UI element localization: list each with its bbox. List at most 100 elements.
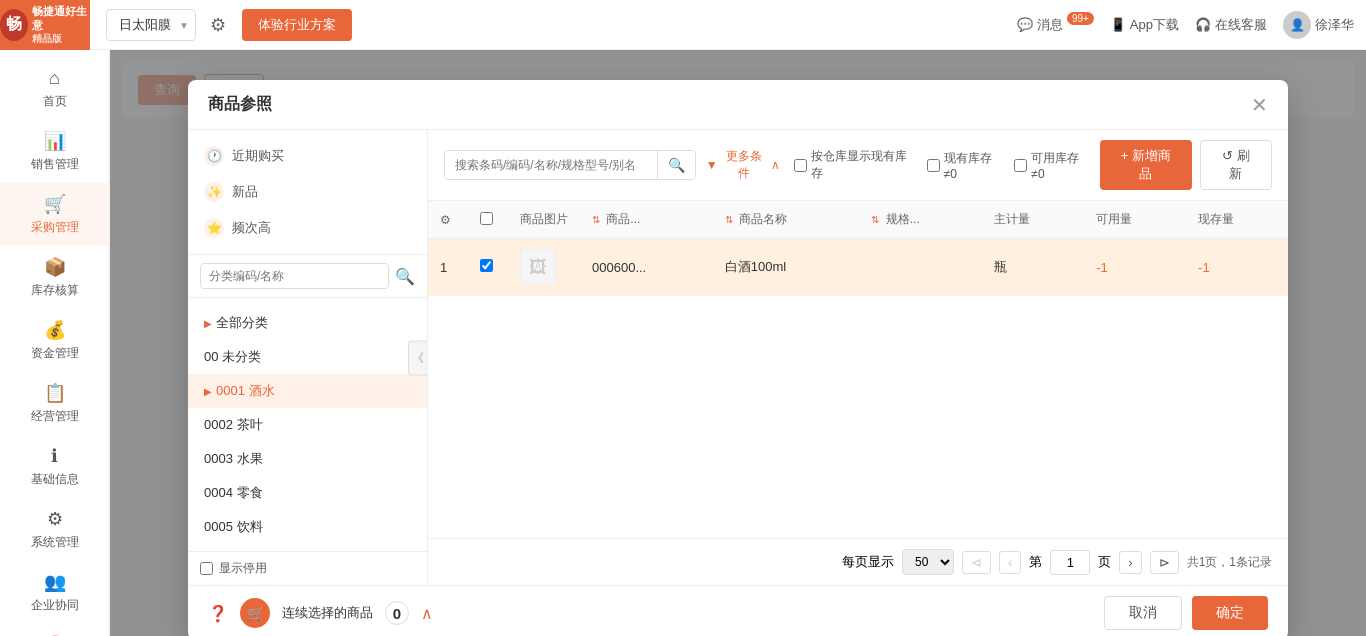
online-service-item[interactable]: 🎧 在线客服 xyxy=(1195,16,1267,34)
frequent-icon: ⭐ xyxy=(204,218,224,238)
table-body: 1 🖼 000600... 白酒100ml 瓶 xyxy=(428,239,1288,296)
next-page-button[interactable]: › xyxy=(1119,551,1141,574)
th-spec[interactable]: 规格... xyxy=(859,201,982,239)
category-search-icon[interactable]: 🔍 xyxy=(395,267,415,286)
th-settings[interactable]: ⚙ xyxy=(428,201,468,239)
products-table: ⚙ 商品图片 商品... xyxy=(428,201,1288,296)
home-icon: ⌂ xyxy=(49,68,60,89)
td-checkbox[interactable] xyxy=(468,239,508,296)
store-selector[interactable]: 日太阳膜 xyxy=(106,9,196,41)
category-tree: ▶ 全部分类 00 未分类 ▶ 0001 酒水 0002 茶 xyxy=(188,298,427,551)
prev-page-button[interactable]: ‹ xyxy=(999,551,1021,574)
category-all[interactable]: ▶ 全部分类 xyxy=(188,306,427,340)
system-icon: ⚙ xyxy=(47,508,63,530)
show-disabled-checkbox[interactable] xyxy=(200,562,213,575)
row-checkbox[interactable] xyxy=(480,259,493,272)
cart-icon[interactable]: 🛒 xyxy=(240,598,270,628)
usable-ne0-checkbox-label[interactable]: 可用库存≠0 xyxy=(1014,150,1090,181)
category-alcohol[interactable]: ▶ 0001 酒水 xyxy=(188,374,427,408)
th-product-code[interactable]: 商品... xyxy=(580,201,713,239)
sidebar-item-system[interactable]: ⚙ 系统管理 xyxy=(0,498,109,561)
product-search-input[interactable] xyxy=(445,152,657,178)
page-number-input[interactable] xyxy=(1050,550,1090,575)
filter-checkboxes: 按仓库显示现有库存 现有库存≠0 可用库存≠0 xyxy=(794,148,1090,182)
modal-title: 商品参照 xyxy=(208,94,272,115)
td-product-name: 白酒100ml xyxy=(713,239,860,296)
filter-bar: 🔍 ▼ 更多条件 ∧ 按仓库显示现有库存 xyxy=(428,130,1288,201)
warehouse-display-checkbox-label[interactable]: 按仓库显示现有库存 xyxy=(794,148,915,182)
category-search-area: 🔍 xyxy=(188,255,427,298)
product-search-button[interactable]: 🔍 xyxy=(657,151,695,179)
table-container: ⚙ 商品图片 商品... xyxy=(428,201,1288,538)
warehouse-display-checkbox[interactable] xyxy=(794,159,807,172)
available-ne0-checkbox[interactable] xyxy=(927,159,940,172)
tab-recent-purchase[interactable]: 🕐 近期购买 xyxy=(188,138,427,174)
category-drinks[interactable]: 0005 饮料 xyxy=(188,510,427,544)
cart-count: 0 xyxy=(385,601,409,625)
sidebar-item-sales[interactable]: 📊 销售管理 xyxy=(0,120,109,183)
message-item[interactable]: 💬 消息 99+ xyxy=(1017,16,1094,34)
table-row[interactable]: 1 🖼 000600... 白酒100ml 瓶 xyxy=(428,239,1288,296)
first-page-button[interactable]: ⊲ xyxy=(962,551,991,574)
sidebar-item-enterprise[interactable]: 👥 企业协同 xyxy=(0,561,109,624)
available-ne0-checkbox-label[interactable]: 现有库存≠0 xyxy=(927,150,1003,181)
sidebar-item-home[interactable]: ⌂ 首页 xyxy=(0,58,109,120)
management-icon: 📋 xyxy=(44,382,66,404)
collapse-panel-button[interactable]: 《 xyxy=(408,340,428,375)
trial-btn[interactable]: 体验行业方案 xyxy=(242,9,352,41)
sidebar-item-basic-info[interactable]: ℹ 基础信息 xyxy=(0,435,109,498)
category-uncategorized[interactable]: 00 未分类 xyxy=(188,340,427,374)
modal-header: 商品参照 ✕ xyxy=(188,80,1288,130)
logo-icon: 畅 xyxy=(0,9,28,41)
app-brand: 畅捷通好生意 精品版 xyxy=(32,4,90,46)
total-info: 共1页，1条记录 xyxy=(1187,554,1272,571)
help-icon[interactable]: ❓ xyxy=(208,604,228,623)
tab-new-product[interactable]: ✨ 新品 xyxy=(188,174,427,210)
app-logo: 畅 畅捷通好生意 精品版 xyxy=(0,0,90,50)
usable-ne0-checkbox[interactable] xyxy=(1014,159,1027,172)
mobile-icon: 📱 xyxy=(1110,17,1126,32)
expand-icon: ▶ xyxy=(204,318,212,329)
modal-left-panel: 🕐 近期购买 ✨ 新品 ⭐ 频次高 xyxy=(188,130,428,585)
modal-left-footer: 显示停用 xyxy=(188,551,427,585)
more-conditions-button[interactable]: ▼ 更多条件 ∧ xyxy=(706,148,780,182)
refresh-button[interactable]: ↺ 刷新 xyxy=(1200,140,1272,190)
category-search-input[interactable] xyxy=(200,263,389,289)
page-size-select[interactable]: 50 xyxy=(902,549,954,575)
app-download-item[interactable]: 📱 App下载 xyxy=(1110,16,1179,34)
category-water[interactable]: 0008 水 xyxy=(188,544,427,551)
sidebar-item-guide[interactable]: 🎯 新手引导 xyxy=(0,624,109,636)
category-tea[interactable]: 0002 茶叶 xyxy=(188,408,427,442)
sidebar-item-management[interactable]: 📋 经营管理 xyxy=(0,372,109,435)
th-product-name[interactable]: 商品名称 xyxy=(713,201,860,239)
sidebar: ⌂ 首页 📊 销售管理 🛒 采购管理 📦 库存核算 💰 资金管理 📋 经营管理 … xyxy=(0,50,110,636)
td-stock: -1 xyxy=(1186,239,1288,296)
tab-frequent[interactable]: ⭐ 频次高 xyxy=(188,210,427,246)
sidebar-item-inventory[interactable]: 📦 库存核算 xyxy=(0,246,109,309)
expand-icon-alcohol: ▶ xyxy=(204,386,212,397)
headset-icon: 🎧 xyxy=(1195,17,1211,32)
recent-icon: 🕐 xyxy=(204,146,224,166)
user-item[interactable]: 👤 徐泽华 xyxy=(1283,11,1354,39)
sidebar-item-finance[interactable]: 💰 资金管理 xyxy=(0,309,109,372)
th-stock: 现存量 xyxy=(1186,201,1288,239)
category-fruit[interactable]: 0003 水果 xyxy=(188,442,427,476)
cancel-button[interactable]: 取消 xyxy=(1104,596,1182,630)
main-layout: ⌂ 首页 📊 销售管理 🛒 采购管理 📦 库存核算 💰 资金管理 📋 经营管理 … xyxy=(0,50,1366,636)
th-image: 商品图片 xyxy=(508,201,580,239)
category-snacks[interactable]: 0004 零食 xyxy=(188,476,427,510)
message-icon: 💬 xyxy=(1017,17,1033,32)
settings-icon[interactable]: ⚙ xyxy=(206,10,230,40)
modal-body: 🕐 近期购买 ✨ 新品 ⭐ 频次高 xyxy=(188,130,1288,585)
filter-actions: + 新增商品 ↺ 刷新 xyxy=(1100,140,1272,190)
collapse-cart-button[interactable]: ∧ xyxy=(421,604,433,623)
filter-icon: ▼ xyxy=(706,158,718,172)
th-checkbox[interactable] xyxy=(468,201,508,239)
cart-label: 连续选择的商品 xyxy=(282,604,373,622)
add-product-button[interactable]: + 新增商品 xyxy=(1100,140,1192,190)
last-page-button[interactable]: ⊳ xyxy=(1150,551,1179,574)
confirm-button[interactable]: 确定 xyxy=(1192,596,1268,630)
modal-close-button[interactable]: ✕ xyxy=(1251,95,1268,115)
select-all-checkbox[interactable] xyxy=(480,212,493,225)
sidebar-item-purchase[interactable]: 🛒 采购管理 xyxy=(0,183,109,246)
